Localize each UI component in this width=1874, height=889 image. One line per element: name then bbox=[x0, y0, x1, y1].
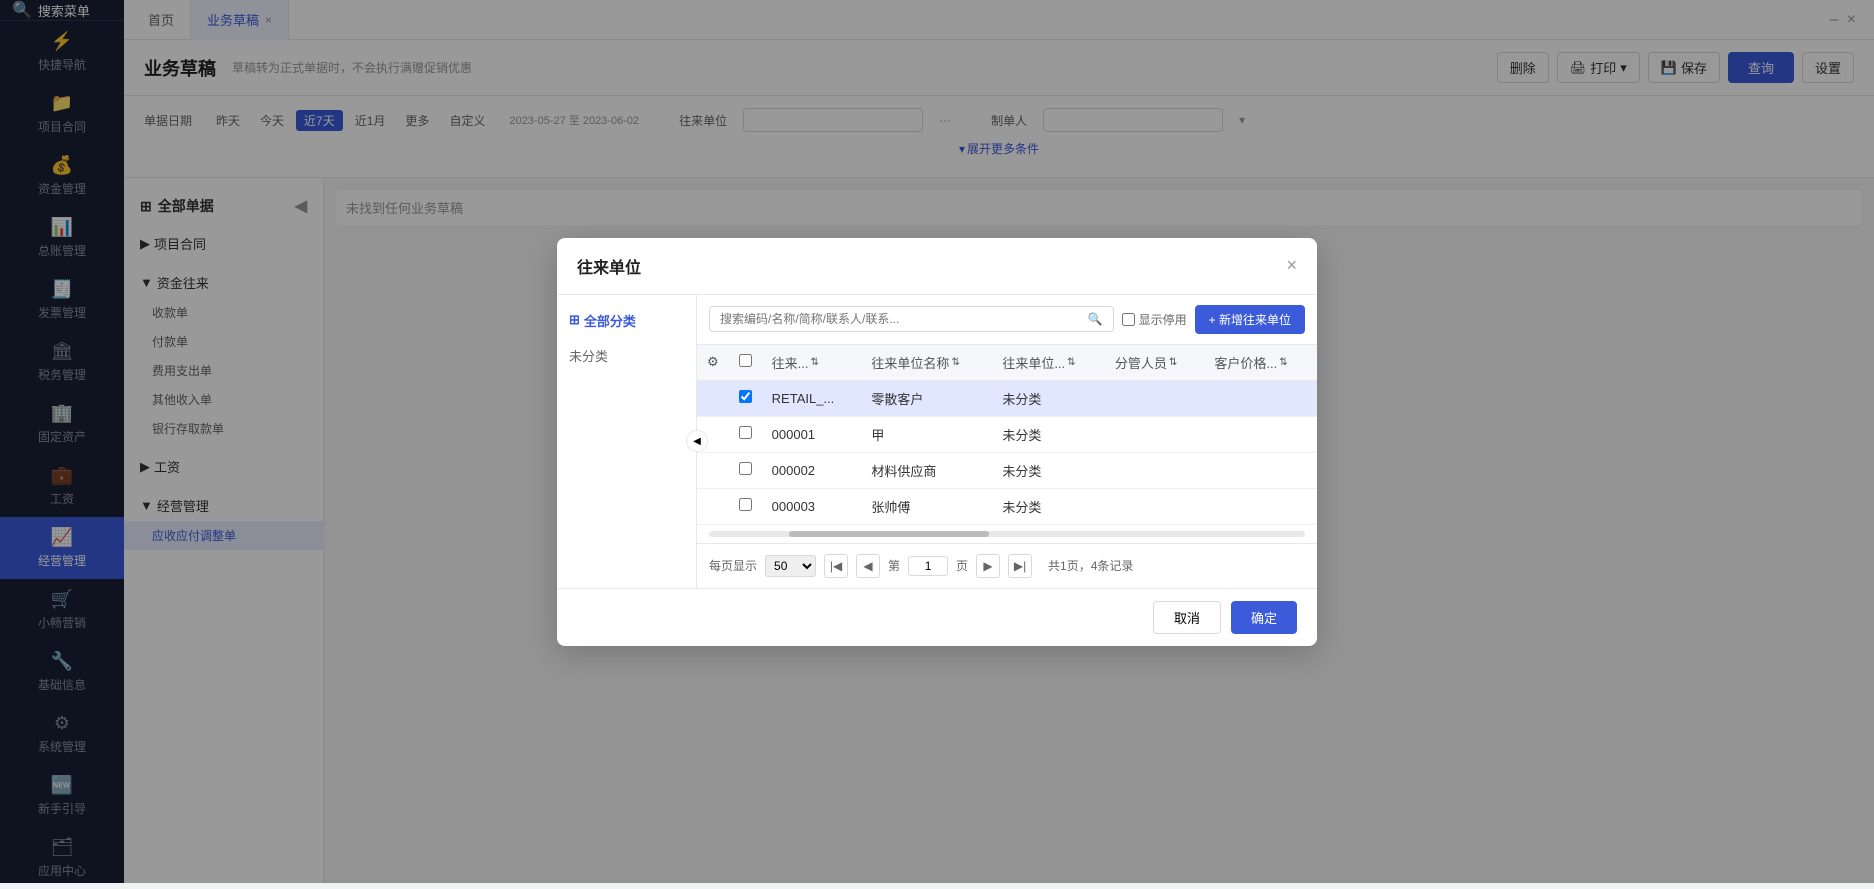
modal-search-input[interactable] bbox=[720, 312, 1084, 326]
modal-category-all[interactable]: ⊞ 全部分类 bbox=[557, 303, 696, 338]
row-checkbox-cell[interactable] bbox=[729, 488, 762, 524]
row-code-cell: 000003 bbox=[762, 488, 862, 524]
table-row[interactable]: 000001 甲 未分类 bbox=[697, 416, 1317, 452]
th-code[interactable]: 往来... ⇅ bbox=[762, 345, 862, 381]
search-icon2: 🔍 bbox=[1088, 312, 1103, 326]
row-price-cell bbox=[1204, 488, 1317, 524]
panel-collapse-button[interactable]: ◀ bbox=[686, 430, 708, 452]
modal-close-button[interactable]: × bbox=[1286, 255, 1297, 276]
row-category-cell: 未分类 bbox=[992, 488, 1105, 524]
page-suffix: 页 bbox=[956, 557, 968, 574]
settings-icon: ⚙ bbox=[707, 354, 719, 369]
modal-overlay: 往来单位 × ⊞ 全部分类 未分类 ◀ bbox=[0, 0, 1874, 883]
first-page-button[interactable]: |◀ bbox=[824, 554, 848, 578]
modal-table-wrapper: ⚙ 往来... ⇅ bbox=[697, 345, 1317, 525]
modal-category-panel: ⊞ 全部分类 未分类 ◀ bbox=[557, 295, 697, 588]
th-category[interactable]: 往来单位... ⇅ bbox=[992, 345, 1105, 381]
row-category-cell: 未分类 bbox=[992, 452, 1105, 488]
th-settings[interactable]: ⚙ bbox=[697, 345, 729, 381]
row-checkbox[interactable] bbox=[739, 462, 752, 475]
row-checkbox[interactable] bbox=[739, 390, 752, 403]
modal-right-panel: 🔍 显示停用 + 新增往来单位 ⚙ bbox=[697, 295, 1317, 588]
row-manager-cell bbox=[1105, 416, 1205, 452]
next-page-button[interactable]: ▶ bbox=[976, 554, 1000, 578]
row-checkbox[interactable] bbox=[739, 498, 752, 511]
row-price-cell bbox=[1204, 416, 1317, 452]
row-checkbox-cell[interactable] bbox=[729, 416, 762, 452]
modal-category-item[interactable]: 未分类 bbox=[557, 338, 696, 373]
row-manager-cell bbox=[1105, 452, 1205, 488]
th-checkbox[interactable] bbox=[729, 345, 762, 381]
row-settings-cell bbox=[697, 380, 729, 416]
row-manager-cell bbox=[1105, 380, 1205, 416]
th-price[interactable]: 客户价格... ⇅ bbox=[1204, 345, 1317, 381]
table-row[interactable]: RETAIL_... 零散客户 未分类 bbox=[697, 380, 1317, 416]
row-checkbox-cell[interactable] bbox=[729, 380, 762, 416]
per-page-label: 每页显示 bbox=[709, 557, 757, 574]
row-name-cell: 甲 bbox=[861, 416, 992, 452]
row-code-cell: RETAIL_... bbox=[762, 380, 862, 416]
partner-table: ⚙ 往来... ⇅ bbox=[697, 345, 1317, 525]
modal-search-box[interactable]: 🔍 bbox=[709, 306, 1114, 332]
row-name-cell: 张帅傅 bbox=[861, 488, 992, 524]
sort-icon2: ⇅ bbox=[951, 357, 959, 368]
modal-title: 往来单位 bbox=[577, 254, 641, 278]
partner-modal: 往来单位 × ⊞ 全部分类 未分类 ◀ bbox=[557, 238, 1317, 646]
chevron-left-icon: ◀ bbox=[693, 436, 701, 447]
show-disabled-checkbox-wrapper: 显示停用 bbox=[1122, 311, 1187, 328]
row-price-cell bbox=[1204, 452, 1317, 488]
sort-icon4: ⇅ bbox=[1169, 357, 1177, 368]
add-partner-button[interactable]: + 新增往来单位 bbox=[1195, 305, 1305, 334]
scrollbar-thumb[interactable] bbox=[789, 531, 989, 537]
table-row[interactable]: 000003 张帅傅 未分类 bbox=[697, 488, 1317, 524]
table-scrollbar[interactable] bbox=[709, 531, 1305, 537]
total-label: 共1页，4条记录 bbox=[1048, 557, 1133, 574]
row-code-cell: 000001 bbox=[762, 416, 862, 452]
row-name-cell: 零散客户 bbox=[861, 380, 992, 416]
modal-action-footer: 取消 确定 bbox=[557, 588, 1317, 646]
row-price-cell bbox=[1204, 380, 1317, 416]
confirm-button[interactable]: 确定 bbox=[1231, 601, 1297, 634]
row-checkbox[interactable] bbox=[739, 426, 752, 439]
modal-toolbar: 🔍 显示停用 + 新增往来单位 bbox=[697, 295, 1317, 345]
sort-icon: ⇅ bbox=[811, 357, 819, 368]
prev-page-button[interactable]: ◀ bbox=[856, 554, 880, 578]
table-row[interactable]: 000002 材料供应商 未分类 bbox=[697, 452, 1317, 488]
row-name-cell: 材料供应商 bbox=[861, 452, 992, 488]
row-checkbox-cell[interactable] bbox=[729, 452, 762, 488]
row-settings-cell bbox=[697, 452, 729, 488]
show-disabled-checkbox[interactable] bbox=[1122, 313, 1135, 326]
th-manager[interactable]: 分管人员 ⇅ bbox=[1105, 345, 1205, 381]
sort-icon5: ⇅ bbox=[1279, 357, 1287, 368]
last-page-button[interactable]: ▶| bbox=[1008, 554, 1032, 578]
sort-icon3: ⇅ bbox=[1067, 357, 1075, 368]
grid-icon2: ⊞ bbox=[569, 312, 580, 328]
cancel-button[interactable]: 取消 bbox=[1153, 601, 1221, 634]
show-disabled-label: 显示停用 bbox=[1139, 311, 1187, 328]
per-page-select[interactable]: 50 100 bbox=[765, 555, 816, 577]
row-category-cell: 未分类 bbox=[992, 380, 1105, 416]
select-all-checkbox[interactable] bbox=[739, 354, 752, 367]
row-manager-cell bbox=[1105, 488, 1205, 524]
modal-pagination: 每页显示 50 100 |◀ ◀ 第 1 页 ▶ ▶| 共1页，4条记录 bbox=[697, 543, 1317, 588]
page-input[interactable]: 1 bbox=[908, 556, 948, 576]
row-category-cell: 未分类 bbox=[992, 416, 1105, 452]
th-name[interactable]: 往来单位名称 ⇅ bbox=[861, 345, 992, 381]
row-code-cell: 000002 bbox=[762, 452, 862, 488]
modal-header: 往来单位 × bbox=[557, 238, 1317, 295]
modal-body: ⊞ 全部分类 未分类 ◀ 🔍 bbox=[557, 295, 1317, 588]
row-settings-cell bbox=[697, 488, 729, 524]
page-label: 第 bbox=[888, 557, 900, 574]
